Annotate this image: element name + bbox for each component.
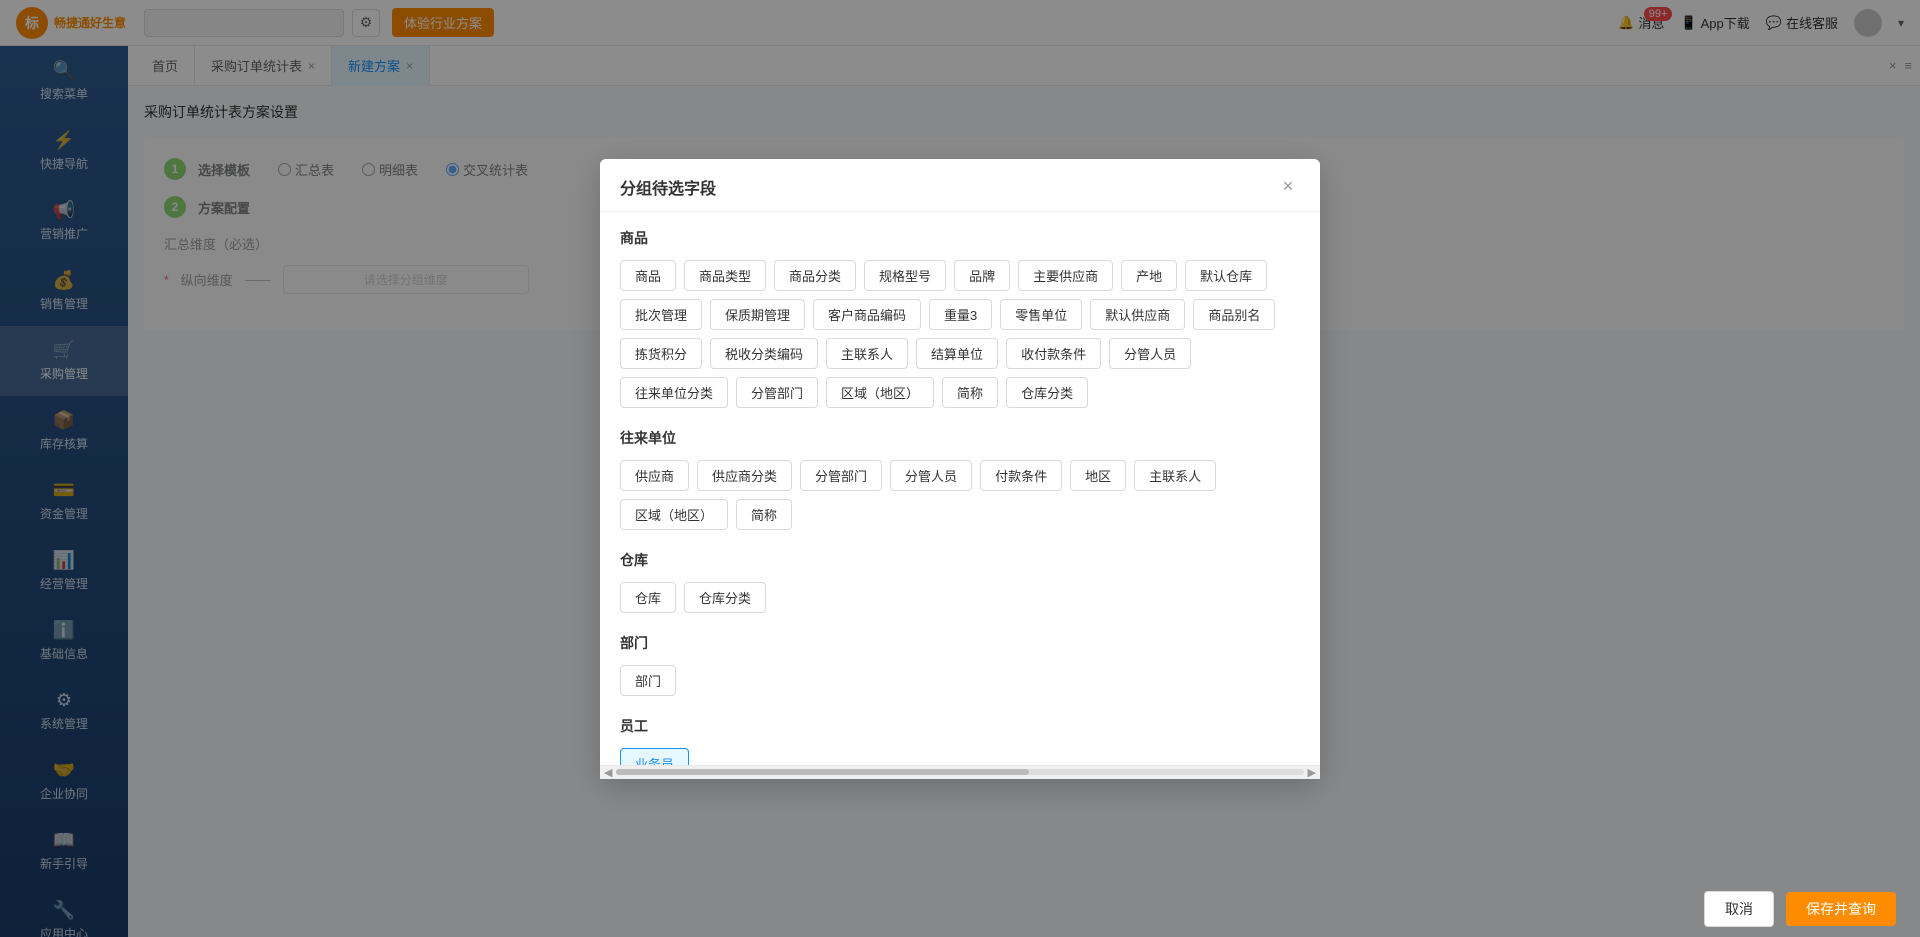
field-tag-region2[interactable]: 区域（地区）: [620, 499, 728, 530]
confirm-button[interactable]: 保存并查询: [1786, 892, 1896, 926]
group-warehouse: 仓库 仓库 仓库分类: [620, 550, 1300, 613]
field-tag-supplier[interactable]: 供应商: [620, 460, 689, 491]
group-partner: 往来单位 供应商 供应商分类 分管部门 分管人员 付款条件 地区 主联系人 区域…: [620, 428, 1300, 530]
group-partner-title: 往来单位: [620, 428, 1300, 448]
dept-field-tags: 部门: [620, 665, 1300, 696]
field-tag-batch[interactable]: 批次管理: [620, 299, 702, 330]
field-tag-supplier-cat[interactable]: 供应商分类: [697, 460, 792, 491]
field-tag-retail-unit[interactable]: 零售单位: [1000, 299, 1082, 330]
field-tag-manage-dept[interactable]: 分管部门: [800, 460, 882, 491]
field-tag-origin[interactable]: 产地: [1121, 260, 1177, 291]
field-tag-abbr2[interactable]: 简称: [736, 499, 792, 530]
field-tag-pay-term[interactable]: 付款条件: [980, 460, 1062, 491]
field-tag-main-contact2[interactable]: 主联系人: [1134, 460, 1216, 491]
field-tag-weight[interactable]: 重量3: [929, 299, 992, 330]
hscroll-track: [616, 769, 1303, 775]
field-tag-supervisor[interactable]: 分管人员: [1109, 338, 1191, 369]
field-tag-dept[interactable]: 分管部门: [736, 377, 818, 408]
field-select-modal: 分组待选字段 × 商品 商品 商品类型 商品分类 规格型号 品牌 主要供应商 产…: [600, 159, 1320, 779]
field-tag-alias[interactable]: 商品别名: [1193, 299, 1275, 330]
field-tag-warehouse[interactable]: 仓库: [620, 582, 676, 613]
group-warehouse-title: 仓库: [620, 550, 1300, 570]
field-tag-tax-code[interactable]: 税收分类编码: [710, 338, 818, 369]
field-tag-partner-cat[interactable]: 往来单位分类: [620, 377, 728, 408]
field-tag-settle-unit[interactable]: 结算单位: [916, 338, 998, 369]
group-employee: 员工 业务员: [620, 716, 1300, 765]
field-tag-warehouse-cat[interactable]: 仓库分类: [1006, 377, 1088, 408]
field-tag-main-contact[interactable]: 主联系人: [826, 338, 908, 369]
partner-field-tags: 供应商 供应商分类 分管部门 分管人员 付款条件 地区 主联系人 区域（地区） …: [620, 460, 1300, 530]
product-field-tags: 商品 商品类型 商品分类 规格型号 品牌 主要供应商 产地 默认仓库 批次管理 …: [620, 260, 1300, 408]
group-employee-title: 员工: [620, 716, 1300, 736]
field-tag-region[interactable]: 区域（地区）: [826, 377, 934, 408]
field-tag-product-type[interactable]: 商品类型: [684, 260, 766, 291]
group-product: 商品 商品 商品类型 商品分类 规格型号 品牌 主要供应商 产地 默认仓库 批次…: [620, 228, 1300, 408]
modal-overlay: 分组待选字段 × 商品 商品 商品类型 商品分类 规格型号 品牌 主要供应商 产…: [0, 0, 1920, 937]
modal-hscrollbar[interactable]: ◀ ▶: [600, 765, 1320, 779]
modal-header: 分组待选字段 ×: [600, 159, 1320, 212]
field-tag-spec[interactable]: 规格型号: [864, 260, 946, 291]
warehouse-field-tags: 仓库 仓库分类: [620, 582, 1300, 613]
group-department: 部门 部门: [620, 633, 1300, 696]
modal-close-button[interactable]: ×: [1276, 175, 1300, 199]
employee-field-tags: 业务员: [620, 748, 1300, 765]
field-tag-abbr[interactable]: 简称: [942, 377, 998, 408]
field-tag-manage-person[interactable]: 分管人员: [890, 460, 972, 491]
field-tag-department[interactable]: 部门: [620, 665, 676, 696]
cancel-button[interactable]: 取消: [1704, 891, 1774, 927]
modal-title: 分组待选字段: [620, 175, 716, 199]
hscroll-thumb: [616, 769, 1028, 775]
scroll-right-arrow[interactable]: ▶: [1308, 766, 1316, 779]
field-tag-pick-points[interactable]: 拣货积分: [620, 338, 702, 369]
group-dept-title: 部门: [620, 633, 1300, 653]
field-tag-brand[interactable]: 品牌: [954, 260, 1010, 291]
field-tag-customer-code[interactable]: 客户商品编码: [813, 299, 921, 330]
modal-footer: 取消 保存并查询: [0, 881, 1920, 937]
modal-body[interactable]: 商品 商品 商品类型 商品分类 规格型号 品牌 主要供应商 产地 默认仓库 批次…: [600, 212, 1320, 765]
field-tag-main-supplier[interactable]: 主要供应商: [1018, 260, 1113, 291]
field-tag-salesperson[interactable]: 业务员: [620, 748, 689, 765]
field-tag-expiry[interactable]: 保质期管理: [710, 299, 805, 330]
field-tag-default-supplier[interactable]: 默认供应商: [1090, 299, 1185, 330]
group-product-title: 商品: [620, 228, 1300, 248]
field-tag-product[interactable]: 商品: [620, 260, 676, 291]
field-tag-payment-term[interactable]: 收付款条件: [1006, 338, 1101, 369]
field-tag-product-cat[interactable]: 商品分类: [774, 260, 856, 291]
field-tag-warehouse-class[interactable]: 仓库分类: [684, 582, 766, 613]
field-tag-area[interactable]: 地区: [1070, 460, 1126, 491]
scroll-left-arrow[interactable]: ◀: [604, 766, 612, 779]
field-tag-default-warehouse[interactable]: 默认仓库: [1185, 260, 1267, 291]
